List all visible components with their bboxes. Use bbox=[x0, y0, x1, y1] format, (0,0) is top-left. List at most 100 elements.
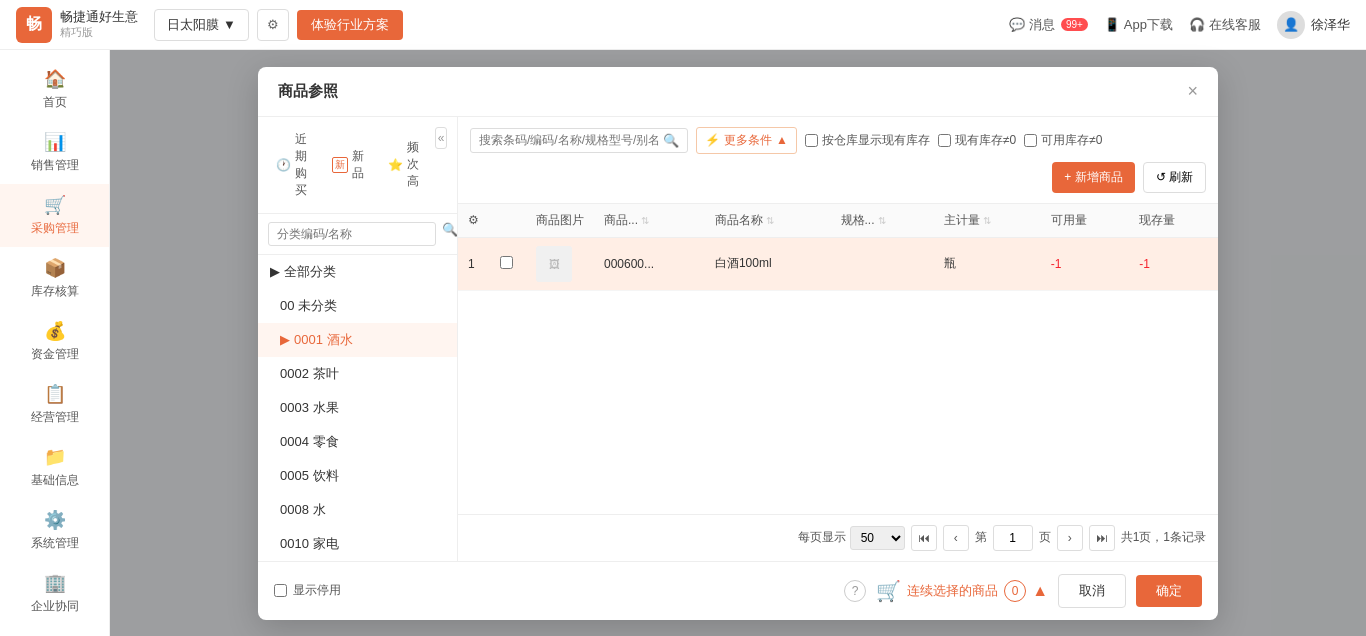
sidebar-item-home[interactable]: 🏠 首页 bbox=[0, 58, 109, 121]
page-size-select[interactable]: 50 10 20 100 bbox=[850, 526, 905, 550]
add-product-button[interactable]: + 新增商品 bbox=[1052, 162, 1134, 193]
confirm-button[interactable]: 确定 bbox=[1136, 575, 1202, 607]
total-info: 共1页，1条记录 bbox=[1121, 529, 1206, 546]
cart-icon: 🛒 bbox=[876, 579, 901, 603]
branch-dropdown[interactable]: 日太阳膜 ▼ bbox=[154, 9, 249, 41]
sidebar-item-operations[interactable]: 📋 经营管理 bbox=[0, 373, 109, 436]
col-available: 可用量 bbox=[1041, 204, 1130, 238]
sidebar-label-system: 系统管理 bbox=[31, 535, 79, 552]
category-search-input[interactable] bbox=[268, 222, 436, 246]
product-thumbnail: 🖼 bbox=[536, 246, 572, 282]
row-stock: -1 bbox=[1129, 237, 1218, 290]
cart-area: 🛒 连续选择的商品 0 ▲ bbox=[876, 579, 1048, 603]
sidebar-label-stock: 库存核算 bbox=[31, 283, 79, 300]
category-collapse-button[interactable]: « bbox=[435, 127, 447, 149]
row-check[interactable] bbox=[490, 237, 526, 290]
page-number-input[interactable] bbox=[993, 525, 1033, 551]
stock-icon: 📦 bbox=[44, 257, 66, 279]
show-disabled-label[interactable]: 显示停用 bbox=[274, 582, 341, 599]
sidebar: 🏠 首页 📊 销售管理 🛒 采购管理 📦 库存核算 💰 资金管理 📋 经营管理 … bbox=[0, 50, 110, 636]
sidebar-item-sales[interactable]: 📊 销售管理 bbox=[0, 121, 109, 184]
col-unit[interactable]: 主计量 ⇅ bbox=[934, 204, 1041, 238]
row-spec bbox=[831, 237, 934, 290]
category-0005[interactable]: 0005 饮料 bbox=[258, 459, 457, 493]
modal-close-button[interactable]: × bbox=[1187, 81, 1198, 102]
search-icon[interactable]: 🔍 bbox=[442, 222, 458, 246]
user-area[interactable]: 👤 徐泽华 bbox=[1277, 11, 1350, 39]
category-0004-label: 0004 零食 bbox=[280, 433, 339, 451]
category-search-area: 🔍 bbox=[258, 214, 457, 255]
page-size-wrap: 每页显示 50 10 20 100 bbox=[798, 526, 905, 550]
top-right-nav: 💬 消息 99+ 📱 App下载 🎧 在线客服 👤 徐泽华 bbox=[1009, 11, 1350, 39]
prev-page-button[interactable]: ‹ bbox=[943, 525, 969, 551]
category-0008[interactable]: 0008 水 bbox=[258, 493, 457, 527]
modal-overlay: 商品参照 × 🕐 近期购买 新 新 bbox=[110, 50, 1366, 636]
category-panel: 🕐 近期购买 新 新品 ⭐ 频次高 « bbox=[258, 117, 458, 561]
recent-purchase-tab[interactable]: 🕐 近期购买 bbox=[268, 127, 316, 203]
avail-ne0-checkbox[interactable]: 可用库存≠0 bbox=[1024, 132, 1102, 149]
category-0001[interactable]: ▶ 0001 酒水 bbox=[258, 323, 457, 357]
col-code[interactable]: 商品... ⇅ bbox=[594, 204, 705, 238]
category-0004[interactable]: 0004 零食 bbox=[258, 425, 457, 459]
stock-ne0-checkbox[interactable]: 现有库存≠0 bbox=[938, 132, 1016, 149]
category-0001-label: 0001 酒水 bbox=[294, 331, 353, 349]
logo-text: 畅捷通好生意 bbox=[60, 9, 138, 26]
product-toolbar: 🔍 ⚡ 更多条件 ▲ 按仓库显示现有库存 bbox=[458, 117, 1218, 204]
modal-title: 商品参照 bbox=[278, 82, 338, 101]
app-download-nav-item[interactable]: 📱 App下载 bbox=[1104, 16, 1173, 34]
product-search-input[interactable] bbox=[479, 133, 659, 147]
next-page-button[interactable]: › bbox=[1057, 525, 1083, 551]
logo-sub: 精巧版 bbox=[60, 25, 138, 40]
product-search-wrap: 🔍 bbox=[470, 128, 688, 153]
avail-ne0-check[interactable] bbox=[1024, 134, 1037, 147]
messages-nav-item[interactable]: 💬 消息 99+ bbox=[1009, 16, 1088, 34]
sidebar-item-system[interactable]: ⚙️ 系统管理 bbox=[0, 499, 109, 562]
category-list: ▶ 全部分类 00 未分类 ▶ 0001 酒水 0002 茶 bbox=[258, 255, 457, 561]
toolbar-right-buttons: + 新增商品 ↺ 刷新 bbox=[1052, 162, 1206, 193]
more-filter-button[interactable]: ⚡ 更多条件 ▲ bbox=[696, 127, 797, 154]
sidebar-item-purchase[interactable]: 🛒 采购管理 bbox=[0, 184, 109, 247]
product-table: ⚙ 商品图片 商品... ⇅ 商品名称 bbox=[458, 204, 1218, 291]
show-disabled-checkbox[interactable] bbox=[274, 584, 287, 597]
sidebar-item-finance[interactable]: 💰 资金管理 bbox=[0, 310, 109, 373]
collapse-arrow[interactable]: ▲ bbox=[1032, 582, 1048, 600]
last-page-button[interactable]: ⏭ bbox=[1089, 525, 1115, 551]
category-all-label: 全部分类 bbox=[284, 263, 336, 281]
cart-count: 0 bbox=[1004, 580, 1026, 602]
service-nav-item[interactable]: 🎧 在线客服 bbox=[1189, 16, 1261, 34]
trial-button[interactable]: 体验行业方案 bbox=[297, 10, 403, 40]
col-spec[interactable]: 规格... ⇅ bbox=[831, 204, 934, 238]
new-product-tab[interactable]: 新 新品 bbox=[324, 127, 372, 203]
sidebar-item-stock[interactable]: 📦 库存核算 bbox=[0, 247, 109, 310]
sidebar-item-guide[interactable]: 🎓 新手引导 bbox=[0, 625, 109, 636]
category-00[interactable]: 00 未分类 bbox=[258, 289, 457, 323]
pagination: 每页显示 50 10 20 100 ⏮ ‹ 第 bbox=[458, 514, 1218, 561]
warehouse-stock-check[interactable] bbox=[805, 134, 818, 147]
new-icon: 新 bbox=[332, 157, 348, 173]
sidebar-item-enterprise[interactable]: 🏢 企业协同 bbox=[0, 562, 109, 625]
col-settings[interactable]: ⚙ bbox=[458, 204, 490, 238]
basic-icon: 📁 bbox=[44, 446, 66, 468]
system-icon: ⚙️ bbox=[44, 509, 66, 531]
first-page-button[interactable]: ⏮ bbox=[911, 525, 937, 551]
product-reference-modal: 商品参照 × 🕐 近期购买 新 新 bbox=[258, 67, 1218, 620]
category-0002[interactable]: 0002 茶叶 bbox=[258, 357, 457, 391]
frequent-tab[interactable]: ⭐ 频次高 bbox=[380, 127, 427, 203]
modal-header: 商品参照 × bbox=[258, 67, 1218, 117]
sidebar-item-basic[interactable]: 📁 基础信息 bbox=[0, 436, 109, 499]
table-row[interactable]: 1 🖼 000600... 白酒100ml 瓶 -1 -1 bbox=[458, 237, 1218, 290]
category-0003[interactable]: 0003 水果 bbox=[258, 391, 457, 425]
refresh-button[interactable]: ↺ 刷新 bbox=[1143, 162, 1206, 193]
sidebar-label-purchase: 采购管理 bbox=[31, 220, 79, 237]
col-name[interactable]: 商品名称 ⇅ bbox=[705, 204, 831, 238]
help-icon[interactable]: ? bbox=[844, 580, 866, 602]
category-all[interactable]: ▶ 全部分类 bbox=[258, 255, 457, 289]
search-icon: 🔍 bbox=[663, 133, 679, 148]
row-checkbox[interactable] bbox=[500, 256, 513, 269]
gear-button[interactable]: ⚙ bbox=[257, 9, 289, 41]
stock-ne0-check[interactable] bbox=[938, 134, 951, 147]
category-0010[interactable]: 0010 家电 bbox=[258, 527, 457, 561]
sidebar-label-sales: 销售管理 bbox=[31, 157, 79, 174]
warehouse-stock-checkbox[interactable]: 按仓库显示现有库存 bbox=[805, 132, 930, 149]
cancel-button[interactable]: 取消 bbox=[1058, 574, 1126, 608]
